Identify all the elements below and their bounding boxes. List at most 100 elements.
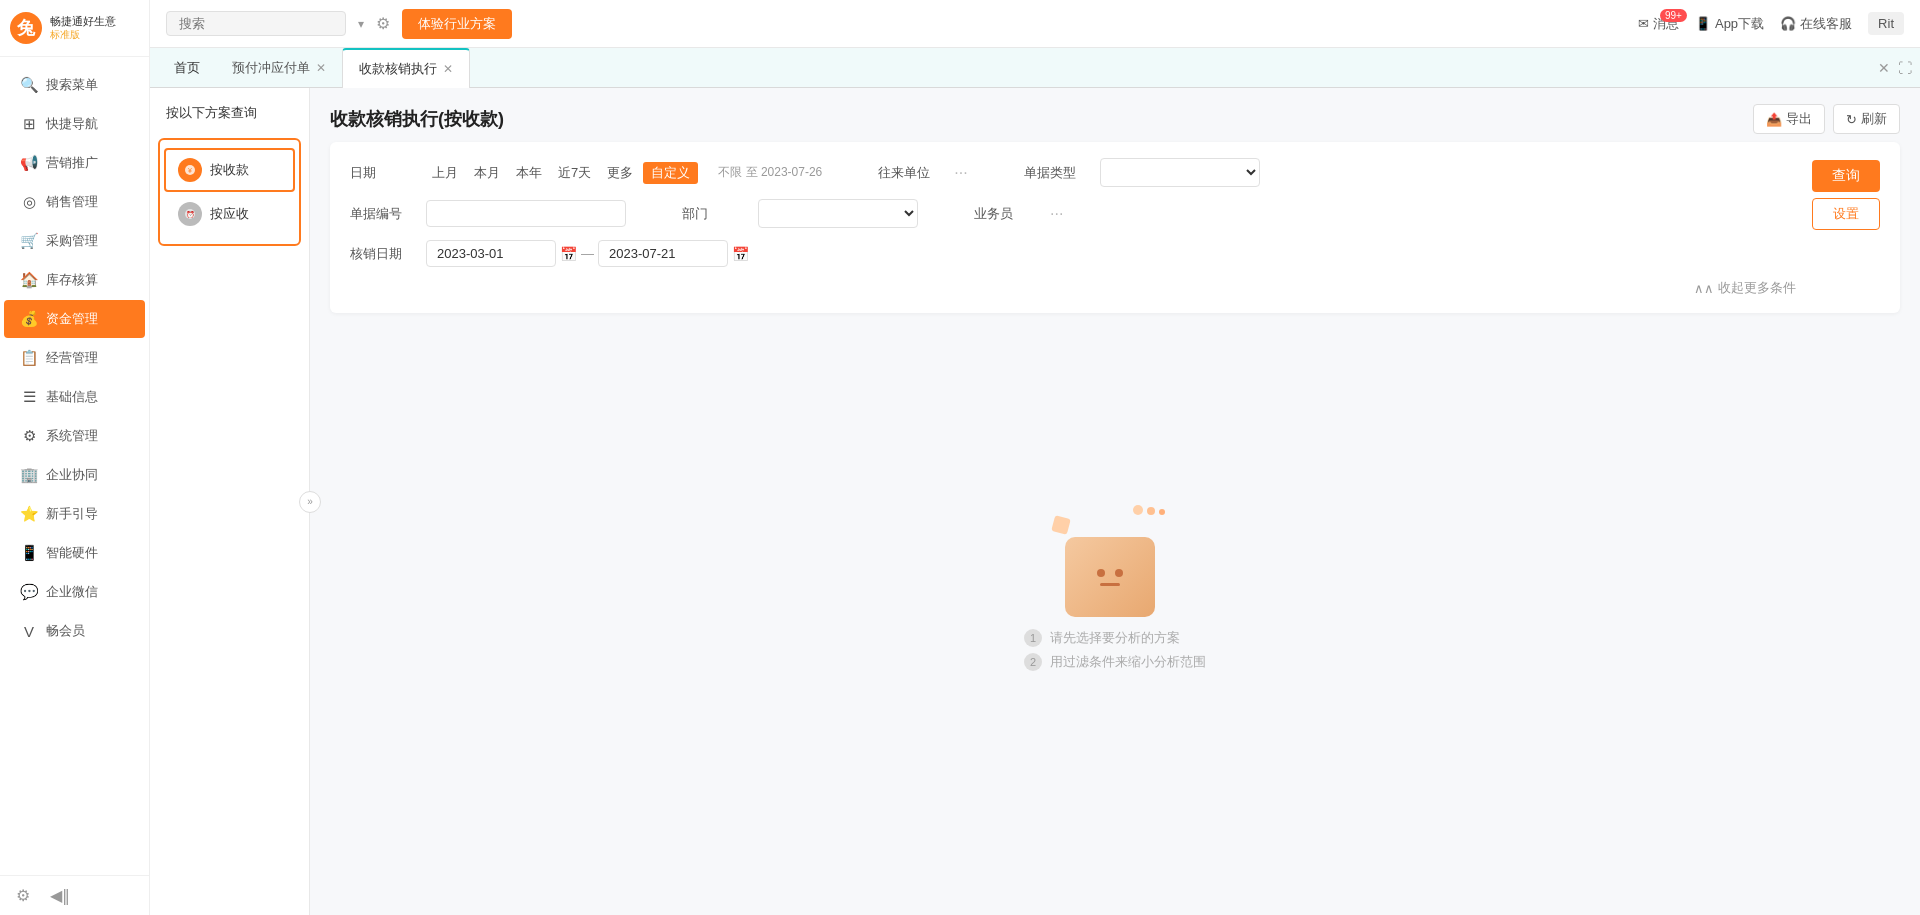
writeoff-end-input[interactable] (598, 240, 728, 267)
sidebar-item-quick-nav[interactable]: ⊞ 快捷导航 (4, 105, 145, 143)
empty-state: 1 请先选择要分析的方案 2 用过滤条件来缩小分析范围 (310, 313, 1920, 915)
sidebar-menu: 🔍 搜索菜单 ⊞ 快捷导航 📢 营销推广 ◎ 销售管理 🛒 采购管理 🏠 库存核… (0, 57, 149, 875)
doctype-select[interactable] (1100, 158, 1260, 187)
empty-dots (1133, 505, 1165, 515)
svg-text:¥: ¥ (188, 167, 192, 174)
left-filter-panel: 按以下方案查询 ¥ 按收款 ⏰ (150, 88, 310, 915)
writeoff-end-calendar-icon[interactable]: 📅 (732, 246, 749, 262)
sidebar-item-label: 搜索菜单 (46, 76, 98, 94)
service-icon: 🎧 (1780, 16, 1796, 31)
date-btn-this-month[interactable]: 本月 (468, 162, 506, 184)
export-icon: 📤 (1766, 112, 1782, 127)
export-label: 导出 (1786, 110, 1812, 128)
topbar-chevron-icon[interactable]: ▾ (358, 17, 364, 31)
sidebar-item-inventory[interactable]: 🏠 库存核算 (4, 261, 145, 299)
date-btn-this-year[interactable]: 本年 (510, 162, 548, 184)
page-title: 收款核销执行(按收款) (330, 107, 504, 131)
filter-row-writeoff: 核销日期 📅 — 📅 (350, 240, 1796, 267)
writeoff-start-input[interactable] (426, 240, 556, 267)
salesperson-filter-label: 业务员 (974, 205, 1034, 223)
query-button[interactable]: 查询 (1812, 160, 1880, 192)
dept-select[interactable] (758, 199, 918, 228)
topbar-online-service[interactable]: 🎧 在线客服 (1780, 15, 1852, 33)
tabbar: 首页 预付冲应付单 ✕ 收款核销执行 ✕ ✕ ⛶ (150, 48, 1920, 88)
sidebar-item-label: 企业协同 (46, 466, 98, 484)
content-area: 按以下方案查询 ¥ 按收款 ⏰ (150, 88, 1920, 915)
operation-icon: 📋 (20, 349, 38, 367)
refresh-button[interactable]: ↻ 刷新 (1833, 104, 1900, 134)
tab-prepay-label: 预付冲应付单 (232, 59, 310, 77)
salesperson-dots[interactable]: ··· (1050, 205, 1063, 223)
sidebar-item-marketing[interactable]: 📢 营销推广 (4, 144, 145, 182)
topbar-gear-icon[interactable]: ⚙ (376, 14, 390, 33)
sidebar-item-label: 资金管理 (46, 310, 98, 328)
sidebar-item-finance[interactable]: 💰 资金管理 (4, 300, 145, 338)
date-filter-label: 日期 (350, 164, 410, 182)
date-btn-last-month[interactable]: 上月 (426, 162, 464, 184)
tab-collection[interactable]: 收款核销执行 ✕ (342, 48, 470, 88)
maximize-window-btn[interactable]: ⛶ (1898, 60, 1912, 76)
sidebar-item-wechat[interactable]: 💬 企业微信 (4, 573, 145, 611)
collapse-conditions-btn[interactable]: ∧∧ 收起更多条件 (1694, 279, 1796, 297)
filter-settings-button[interactable]: 设置 (1812, 198, 1880, 230)
sidebar-item-basic-info[interactable]: ☰ 基础信息 (4, 378, 145, 416)
sidebar-item-operation[interactable]: 📋 经营管理 (4, 339, 145, 377)
doctype-filter-label: 单据类型 (1024, 164, 1084, 182)
sidebar-item-label: 经营管理 (46, 349, 98, 367)
sidebar-item-member[interactable]: V 畅会员 (4, 612, 145, 650)
sidebar-item-search-menu[interactable]: 🔍 搜索菜单 (4, 66, 145, 104)
service-label: 在线客服 (1800, 15, 1852, 33)
sidebar: 兔 畅捷通好生意 标准版 🔍 搜索菜单 ⊞ 快捷导航 📢 营销推广 ◎ 销售管理… (0, 0, 150, 915)
topbar-search-input[interactable] (166, 11, 346, 36)
date-separator: — (581, 246, 594, 261)
sidebar-item-label: 企业微信 (46, 583, 98, 601)
empty-step-1: 1 请先选择要分析的方案 (1024, 629, 1206, 647)
date-btn-more[interactable]: 更多 (601, 162, 639, 184)
tab-prepay[interactable]: 预付冲应付单 ✕ (216, 48, 342, 88)
sidebar-item-label: 基础信息 (46, 388, 98, 406)
sidebar-item-sales[interactable]: ◎ 销售管理 (4, 183, 145, 221)
sidebar-item-system[interactable]: ⚙ 系统管理 (4, 417, 145, 455)
sidebar-item-purchase[interactable]: 🛒 采购管理 (4, 222, 145, 260)
date-btn-7days[interactable]: 近7天 (552, 162, 597, 184)
topbar-message[interactable]: ✉ 消息 99+ (1638, 15, 1679, 33)
tab-collection-close[interactable]: ✕ (443, 62, 453, 76)
collapse-left-panel-btn[interactable]: » (299, 491, 321, 513)
collapse-sidebar-icon[interactable]: ◀‖ (50, 886, 70, 905)
topbar-app-download[interactable]: 📱 App下载 (1695, 15, 1764, 33)
settings-bottom-icon[interactable]: ⚙ (16, 886, 30, 905)
close-window-btn[interactable]: ✕ (1878, 60, 1890, 76)
empty-small-square (1051, 515, 1071, 535)
solution-button[interactable]: 体验行业方案 (402, 9, 512, 39)
tab-collection-label: 收款核销执行 (359, 60, 437, 78)
filter-by-receivable[interactable]: ⏰ 按应收 (164, 192, 295, 236)
docnum-input[interactable] (426, 200, 626, 227)
date-btn-custom[interactable]: 自定义 (643, 162, 698, 184)
sidebar-item-enterprise[interactable]: 🏢 企业协同 (4, 456, 145, 494)
tab-prepay-close[interactable]: ✕ (316, 61, 326, 75)
by-receivable-icon: ⏰ (178, 202, 202, 226)
empty-steps: 1 请先选择要分析的方案 2 用过滤条件来缩小分析范围 (1024, 629, 1206, 671)
tab-home[interactable]: 首页 (158, 48, 216, 88)
writeoff-start-calendar-icon[interactable]: 📅 (560, 246, 577, 262)
export-button[interactable]: 📤 导出 (1753, 104, 1825, 134)
svg-text:⏰: ⏰ (186, 210, 195, 219)
collapse-conditions-label: 收起更多条件 (1718, 279, 1796, 297)
docnum-filter-label: 单据编号 (350, 205, 410, 223)
topbar: ▾ ⚙ 体验行业方案 ✉ 消息 99+ 📱 App下载 🎧 在线客服 Rit (150, 0, 1920, 48)
sidebar-item-smart-hw[interactable]: 📱 智能硬件 (4, 534, 145, 572)
filter-row-doc: 单据编号 部门 业务员 ··· (350, 199, 1796, 228)
sidebar-item-label: 快捷导航 (46, 115, 98, 133)
filter-panel-title: 按以下方案查询 (158, 100, 301, 126)
counterparty-dots[interactable]: ··· (954, 164, 967, 182)
topbar-user[interactable]: Rit (1868, 12, 1904, 35)
sidebar-item-onboarding[interactable]: ⭐ 新手引导 (4, 495, 145, 533)
filter-by-collection[interactable]: ¥ 按收款 (164, 148, 295, 192)
app-label: App下载 (1715, 15, 1764, 33)
filter-row-date: 日期 上月 本月 本年 近7天 更多 自定义 不限 至 2023-07-26 往… (350, 158, 1796, 187)
empty-box (1065, 537, 1155, 617)
empty-box-face (1097, 569, 1123, 586)
refresh-label: 刷新 (1861, 110, 1887, 128)
sidebar-item-label: 畅会员 (46, 622, 85, 640)
collapse-chevron-up-icon: ∧∧ (1694, 281, 1714, 296)
